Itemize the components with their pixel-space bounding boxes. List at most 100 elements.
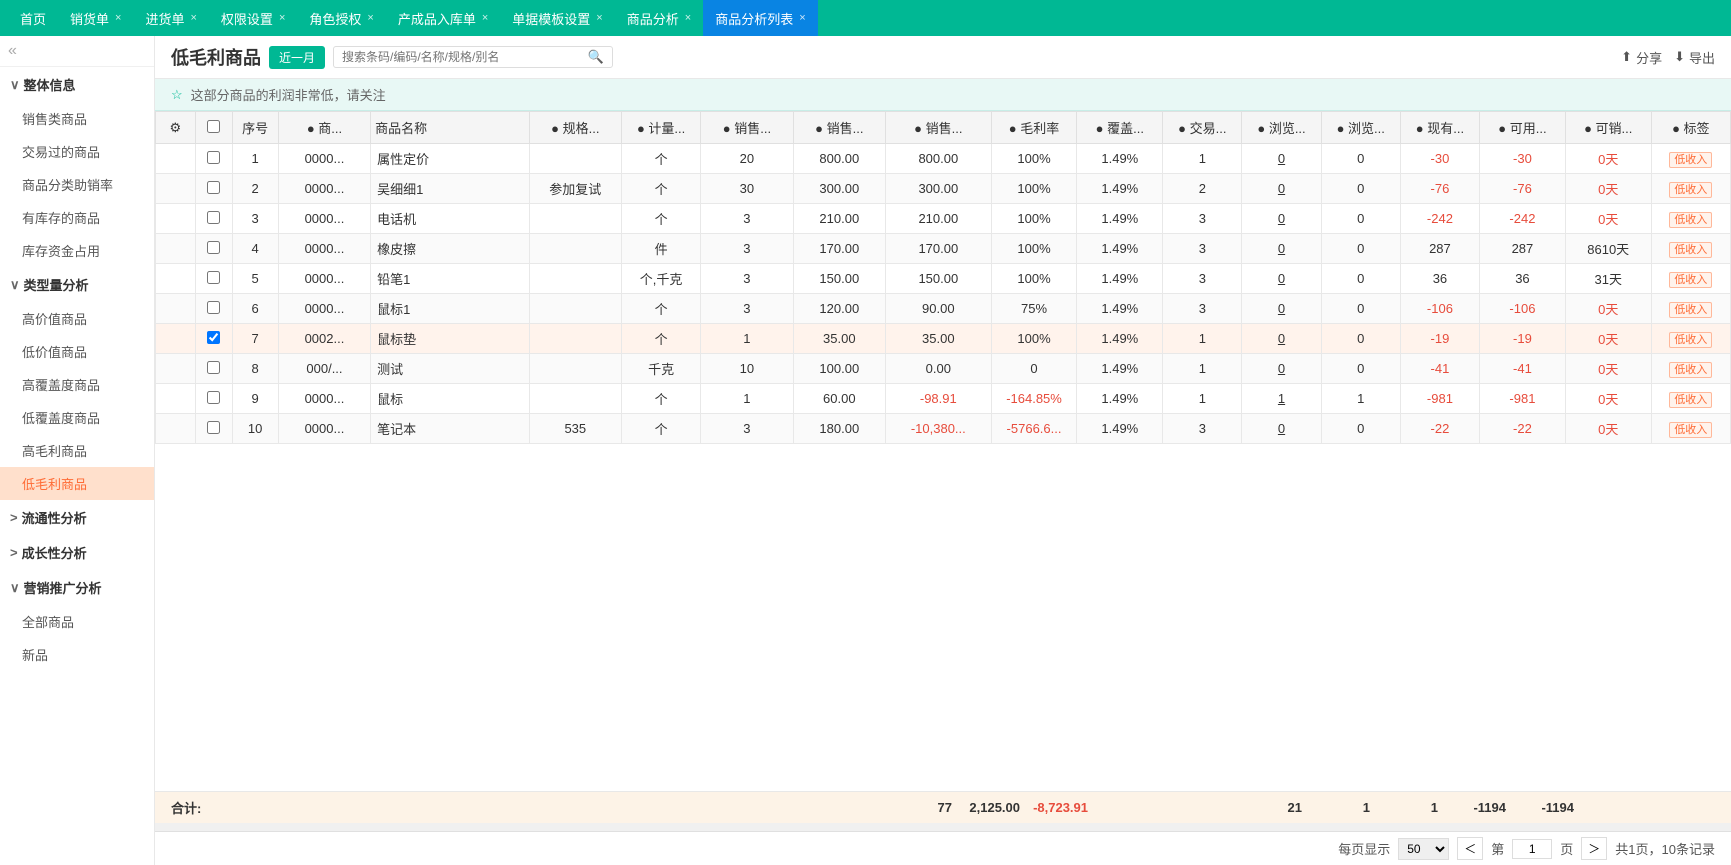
nav-goods-analysis-close[interactable]: × — [685, 12, 691, 24]
page-number-input[interactable] — [1512, 839, 1552, 859]
col-checkbox[interactable] — [195, 112, 232, 144]
row-name[interactable]: 笔记本 — [371, 414, 529, 444]
col-spec[interactable]: ● 规格... — [529, 112, 621, 144]
col-tag[interactable]: ● 标签 — [1651, 112, 1730, 144]
nav-sales-close[interactable]: × — [115, 12, 121, 24]
row-checkbox-cell[interactable] — [195, 324, 232, 354]
row-view1[interactable]: 0 — [1242, 204, 1321, 234]
row-view1[interactable]: 1 — [1242, 384, 1321, 414]
col-stock1[interactable]: ● 现有... — [1400, 112, 1479, 144]
row-name[interactable]: 电话机 — [371, 204, 529, 234]
row-view1[interactable]: 0 — [1242, 414, 1321, 444]
nav-purchase[interactable]: 进货单 × — [133, 0, 208, 36]
nav-template-close[interactable]: × — [596, 12, 602, 24]
col-stock3[interactable]: ● 可销... — [1565, 112, 1651, 144]
row-checkbox-cell[interactable] — [195, 264, 232, 294]
col-name[interactable]: 商品名称 — [371, 112, 529, 144]
row-checkbox-cell[interactable] — [195, 414, 232, 444]
scroll-bar[interactable] — [155, 823, 1731, 831]
nav-permission-close[interactable]: × — [279, 12, 285, 24]
row-checkbox-cell[interactable] — [195, 294, 232, 324]
nav-product-entry[interactable]: 产成品入库单 × — [386, 0, 500, 36]
col-view2[interactable]: ● 浏览... — [1321, 112, 1400, 144]
row-checkbox[interactable] — [207, 181, 220, 194]
row-name[interactable]: 鼠标1 — [371, 294, 529, 324]
row-name[interactable]: 铅笔1 — [371, 264, 529, 294]
row-view1[interactable]: 0 — [1242, 324, 1321, 354]
prev-page-button[interactable]: ＜ — [1457, 837, 1483, 860]
row-view1[interactable]: 0 — [1242, 234, 1321, 264]
per-page-select[interactable]: 50 20 100 — [1398, 838, 1449, 860]
row-checkbox[interactable] — [207, 361, 220, 374]
row-checkbox[interactable] — [207, 391, 220, 404]
sidebar-item-high-profit[interactable]: 高毛利商品 — [0, 434, 154, 467]
row-name[interactable]: 鼠标 — [371, 384, 529, 414]
nav-role-close[interactable]: × — [367, 12, 373, 24]
nav-role[interactable]: 角色授权 × — [297, 0, 385, 36]
row-view1[interactable]: 0 — [1242, 144, 1321, 174]
nav-goods-analysis-list[interactable]: 商品分析列表 × — [703, 0, 817, 36]
nav-template[interactable]: 单据模板设置 × — [500, 0, 614, 36]
row-checkbox-cell[interactable] — [195, 204, 232, 234]
row-name[interactable]: 测试 — [371, 354, 529, 384]
sidebar-item-low-profit[interactable]: 低毛利商品 — [0, 467, 154, 500]
col-sale3[interactable]: ● 销售... — [886, 112, 992, 144]
nav-goods-list-close[interactable]: × — [799, 12, 805, 24]
row-checkbox[interactable] — [207, 151, 220, 164]
row-name[interactable]: 属性定价 — [371, 144, 529, 174]
row-checkbox-cell[interactable] — [195, 354, 232, 384]
next-page-button[interactable]: ＞ — [1581, 837, 1607, 860]
row-checkbox-cell[interactable] — [195, 384, 232, 414]
col-settings[interactable]: ⚙ — [156, 112, 196, 144]
sidebar-item-all-goods[interactable]: 全部商品 — [0, 605, 154, 638]
sidebar-item-high-value[interactable]: 高价值商品 — [0, 302, 154, 335]
sidebar-item-traded-goods[interactable]: 交易过的商品 — [0, 135, 154, 168]
row-checkbox-cell[interactable] — [195, 144, 232, 174]
col-stock2[interactable]: ● 可用... — [1480, 112, 1566, 144]
sidebar-item-new-goods[interactable]: 新品 — [0, 638, 154, 671]
share-button[interactable]: ⬆ 分享 — [1621, 48, 1662, 67]
sidebar-group-circulation[interactable]: > 流通性分析 — [0, 500, 154, 535]
search-icon[interactable]: 🔍 — [588, 49, 604, 65]
sidebar-item-capital[interactable]: 库存资金占用 — [0, 234, 154, 267]
col-unit[interactable]: ● 计量... — [622, 112, 701, 144]
sidebar-group-overall[interactable]: ∨ 整体信息 — [0, 67, 154, 102]
sidebar-item-sales-goods[interactable]: 销售类商品 — [0, 102, 154, 135]
col-trade[interactable]: ● 交易... — [1163, 112, 1242, 144]
row-checkbox[interactable] — [207, 331, 220, 344]
export-button[interactable]: ⬇ 导出 — [1674, 48, 1715, 67]
row-view1[interactable]: 0 — [1242, 264, 1321, 294]
col-cover[interactable]: ● 覆盖... — [1077, 112, 1163, 144]
row-checkbox[interactable] — [207, 421, 220, 434]
nav-home[interactable]: 首页 — [8, 0, 58, 36]
search-input[interactable] — [342, 50, 588, 64]
nav-purchase-close[interactable]: × — [190, 12, 196, 24]
col-view1[interactable]: ● 浏览... — [1242, 112, 1321, 144]
col-sale2[interactable]: ● 销售... — [793, 112, 885, 144]
sidebar-group-growth[interactable]: > 成长性分析 — [0, 535, 154, 570]
row-checkbox[interactable] — [207, 271, 220, 284]
time-filter-button[interactable]: 近一月 — [269, 46, 325, 69]
sidebar-item-high-coverage[interactable]: 高覆盖度商品 — [0, 368, 154, 401]
sidebar-item-low-value[interactable]: 低价值商品 — [0, 335, 154, 368]
nav-sales[interactable]: 销货单 × — [58, 0, 133, 36]
row-checkbox[interactable] — [207, 211, 220, 224]
col-code[interactable]: ● 商... — [278, 112, 370, 144]
row-name[interactable]: 橡皮擦 — [371, 234, 529, 264]
nav-goods-analysis[interactable]: 商品分析 × — [615, 0, 703, 36]
sidebar-item-low-coverage[interactable]: 低覆盖度商品 — [0, 401, 154, 434]
col-sale1[interactable]: ● 销售... — [701, 112, 793, 144]
row-view1[interactable]: 0 — [1242, 174, 1321, 204]
sidebar-collapse-btn[interactable]: « — [0, 36, 154, 67]
col-gross[interactable]: ● 毛利率 — [991, 112, 1077, 144]
sidebar-group-type[interactable]: ∨ 类型量分析 — [0, 267, 154, 302]
row-name[interactable]: 吴细细1 — [371, 174, 529, 204]
row-checkbox[interactable] — [207, 301, 220, 314]
nav-product-entry-close[interactable]: × — [482, 12, 488, 24]
row-view1[interactable]: 0 — [1242, 354, 1321, 384]
row-checkbox-cell[interactable] — [195, 234, 232, 264]
nav-permission[interactable]: 权限设置 × — [209, 0, 297, 36]
sidebar-item-category-rate[interactable]: 商品分类助销率 — [0, 168, 154, 201]
sidebar-item-stocked-goods[interactable]: 有库存的商品 — [0, 201, 154, 234]
row-checkbox-cell[interactable] — [195, 174, 232, 204]
